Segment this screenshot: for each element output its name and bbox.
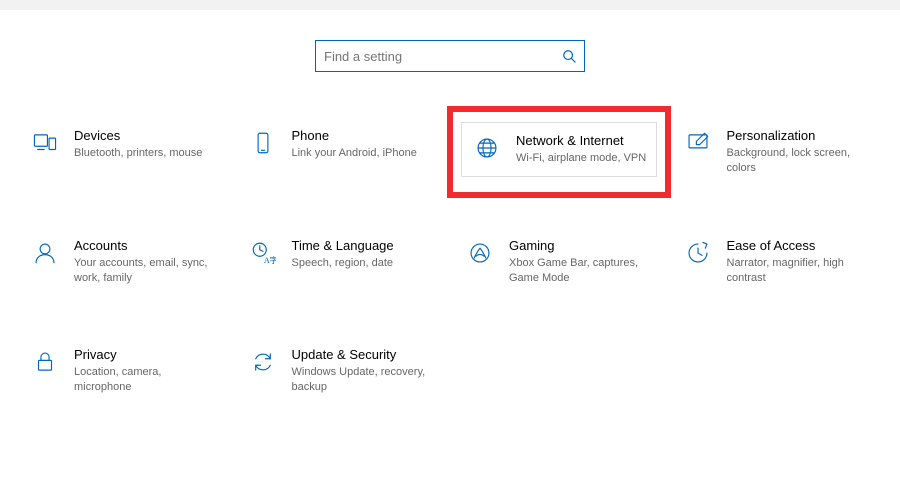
privacy-icon [28, 347, 62, 375]
category-desc: Background, lock screen, colors [727, 146, 873, 176]
category-title: Privacy [74, 347, 220, 362]
search-box[interactable] [315, 40, 585, 72]
category-title: Time & Language [292, 238, 394, 253]
phone-icon [246, 128, 280, 156]
highlight-frame: Network & Internet Wi-Fi, airplane mode,… [447, 106, 671, 198]
svg-text:A字: A字 [263, 254, 275, 264]
category-desc: Speech, region, date [292, 256, 394, 271]
gaming-icon [463, 238, 497, 266]
window-titlebar [0, 0, 900, 10]
search-container [0, 40, 900, 72]
ease-of-access-icon [681, 238, 715, 266]
category-update[interactable]: Update & Security Windows Update, recove… [238, 341, 446, 401]
category-desc: Location, camera, microphone [74, 365, 220, 395]
category-title: Accounts [74, 238, 220, 253]
time-language-icon: A字 [246, 238, 280, 266]
search-icon [562, 49, 576, 63]
category-title: Ease of Access [727, 238, 873, 253]
category-privacy[interactable]: Privacy Location, camera, microphone [20, 341, 228, 401]
category-title: Network & Internet [516, 133, 646, 148]
category-title: Phone [292, 128, 417, 143]
category-title: Update & Security [292, 347, 438, 362]
personalization-icon [681, 128, 715, 156]
accounts-icon [28, 238, 62, 266]
update-icon [246, 347, 280, 375]
category-personalization[interactable]: Personalization Background, lock screen,… [673, 122, 881, 182]
devices-icon [28, 128, 62, 156]
category-title: Gaming [509, 238, 655, 253]
category-desc: Windows Update, recovery, backup [292, 365, 438, 395]
settings-grid: Devices Bluetooth, printers, mouse Phone… [0, 122, 900, 401]
category-title: Devices [74, 128, 202, 143]
category-desc: Your accounts, email, sync, work, family [74, 256, 220, 286]
category-desc: Bluetooth, printers, mouse [74, 146, 202, 161]
category-gaming[interactable]: Gaming Xbox Game Bar, captures, Game Mod… [455, 232, 663, 292]
category-desc: Narrator, magnifier, high contrast [727, 256, 873, 286]
category-title: Personalization [727, 128, 873, 143]
category-phone[interactable]: Phone Link your Android, iPhone [238, 122, 446, 182]
category-easeofaccess[interactable]: Ease of Access Narrator, magnifier, high… [673, 232, 881, 292]
search-input[interactable] [324, 49, 562, 64]
category-desc: Link your Android, iPhone [292, 146, 417, 161]
category-network[interactable]: Network & Internet Wi-Fi, airplane mode,… [461, 122, 657, 177]
category-accounts[interactable]: Accounts Your accounts, email, sync, wor… [20, 232, 228, 292]
category-desc: Xbox Game Bar, captures, Game Mode [509, 256, 655, 286]
category-desc: Wi-Fi, airplane mode, VPN [516, 151, 646, 166]
globe-icon [470, 133, 504, 161]
category-devices[interactable]: Devices Bluetooth, printers, mouse [20, 122, 228, 182]
category-timelang[interactable]: A字 Time & Language Speech, region, date [238, 232, 446, 292]
